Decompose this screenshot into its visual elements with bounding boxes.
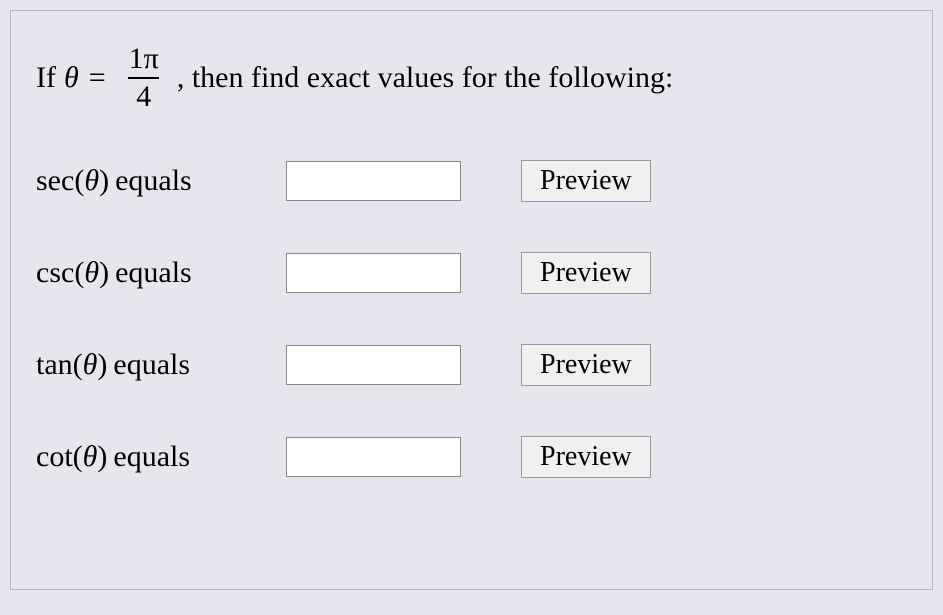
prompt-suffix: , then find exact values for the followi…	[177, 61, 674, 95]
question-container: If θ = 1π 4 , then find exact values for…	[10, 10, 933, 590]
tan-equals-word: equals	[113, 348, 190, 382]
cot-row: cot(θ) equals Preview	[36, 436, 907, 478]
tan-input[interactable]	[286, 345, 461, 385]
sec-label: sec(θ)	[36, 164, 109, 198]
prompt-prefix: If	[36, 61, 56, 95]
sec-preview-button[interactable]: Preview	[521, 160, 651, 202]
tan-row: tan(θ) equals Preview	[36, 344, 907, 386]
csc-equals-word: equals	[115, 256, 192, 290]
csc-preview-button[interactable]: Preview	[521, 252, 651, 294]
tan-label-group: tan(θ) equals	[36, 348, 286, 382]
fraction-denominator: 4	[128, 77, 159, 115]
equals-sign: =	[89, 61, 106, 95]
cot-equals-word: equals	[113, 440, 190, 474]
sec-input[interactable]	[286, 161, 461, 201]
tan-label: tan(θ)	[36, 348, 107, 382]
fraction-numerator: 1π	[121, 41, 167, 77]
fraction: 1π 4	[121, 41, 167, 115]
sec-label-group: sec(θ) equals	[36, 164, 286, 198]
cot-preview-button[interactable]: Preview	[521, 436, 651, 478]
cot-label: cot(θ)	[36, 440, 107, 474]
cot-label-group: cot(θ) equals	[36, 440, 286, 474]
sec-row: sec(θ) equals Preview	[36, 160, 907, 202]
sec-equals-word: equals	[115, 164, 192, 198]
csc-label: csc(θ)	[36, 256, 109, 290]
csc-label-group: csc(θ) equals	[36, 256, 286, 290]
csc-row: csc(θ) equals Preview	[36, 252, 907, 294]
question-prompt: If θ = 1π 4 , then find exact values for…	[36, 41, 907, 115]
tan-preview-button[interactable]: Preview	[521, 344, 651, 386]
cot-input[interactable]	[286, 437, 461, 477]
theta-symbol: θ	[64, 61, 79, 95]
csc-input[interactable]	[286, 253, 461, 293]
